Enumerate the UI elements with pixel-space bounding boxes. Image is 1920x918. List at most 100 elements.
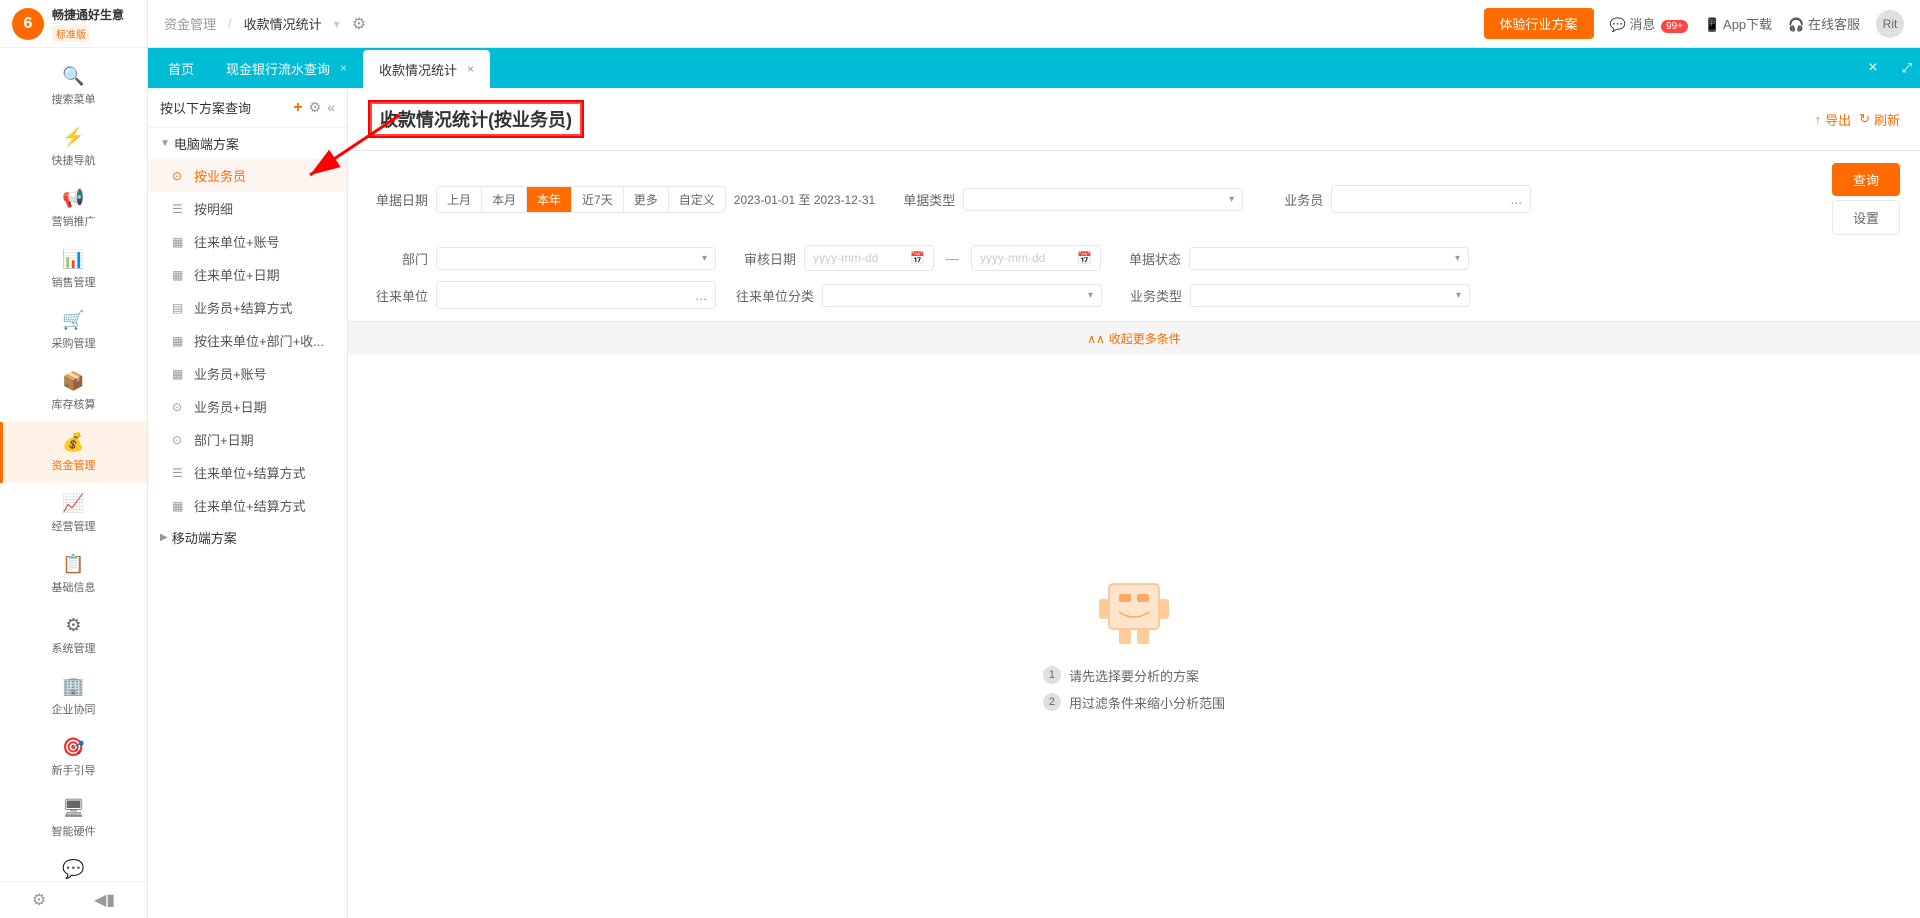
doc-type-filter-group: 单据类型 ▾: [895, 188, 1243, 211]
doc-status-select[interactable]: ▾: [1189, 247, 1469, 270]
sidebar-item-operation[interactable]: 📈 经营管理: [0, 483, 147, 544]
review-date-filter-group: 审核日期 yyyy-mm-dd 📅 — yyyy-mm-dd 📅: [736, 245, 1101, 271]
search-icon: 🔍: [62, 66, 84, 87]
scheme-item-dept-date[interactable]: ⊙ 部门+日期: [148, 423, 347, 456]
scheme-item-salesperson-settlement[interactable]: ▤ 业务员+结算方式: [148, 291, 347, 324]
logo-text-area: 畅捷通好生意 标准版: [52, 6, 124, 42]
partner-category-select[interactable]: ▾: [822, 284, 1102, 307]
scheme-group-mobile-header[interactable]: ▶ 移动端方案: [148, 522, 347, 553]
scheme-item-partner-settlement1-label: 往来单位+结算方式: [194, 463, 306, 482]
review-date-start-input[interactable]: yyyy-mm-dd 📅: [804, 245, 934, 271]
scheme-add-icon[interactable]: +: [293, 99, 302, 117]
scheme-item-partner-settlement1[interactable]: ☰ 往来单位+结算方式: [148, 456, 347, 489]
sidebar-item-hardware[interactable]: 🖥 智能硬件: [0, 788, 147, 849]
partner-input[interactable]: ...: [436, 281, 716, 309]
app-download-link[interactable]: 📱 App下载: [1704, 14, 1772, 33]
scheme-panel: 按以下方案查询 + ⚙ « ▼ 电脑端方案 ⊙: [148, 88, 348, 918]
doc-type-select[interactable]: ▾: [963, 188, 1243, 211]
scheme-item-by-detail[interactable]: ☰ 按明细: [148, 192, 347, 225]
salesperson-dots[interactable]: ...: [1503, 186, 1531, 212]
export-btn[interactable]: ↑ 导出: [1815, 110, 1852, 129]
collapse-sidebar-icon[interactable]: ◀▮: [94, 890, 115, 910]
filter-area: 单据日期 上月 本月 本年 近7天 更多 自定义 2023-01-01 至 20…: [348, 151, 1920, 322]
chevron-down-icon: ▼: [160, 138, 170, 149]
date-tab-last-month[interactable]: 上月: [437, 187, 482, 212]
scheme-item-partner-date[interactable]: ▦ 往来单位+日期: [148, 258, 347, 291]
scheme-item-by-salesperson[interactable]: ⊙ 按业务员: [148, 159, 347, 192]
trial-btn[interactable]: 体验行业方案: [1484, 8, 1594, 39]
sidebar-label-basic: 基础信息: [52, 579, 96, 595]
partner-dept-receipt-icon: ▦: [172, 334, 188, 348]
sidebar-item-marketing[interactable]: 📢 营销推广: [0, 178, 147, 239]
scheme-panel-header: 按以下方案查询 + ⚙ «: [148, 88, 347, 128]
partner-label: 往来单位: [368, 286, 428, 305]
sidebar-item-search[interactable]: 🔍 搜索菜单: [0, 56, 147, 117]
sidebar-item-enterprise[interactable]: 🏢 企业协同: [0, 666, 147, 727]
date-tab-7days[interactable]: 近7天: [572, 187, 624, 212]
tabbar-expand-icon[interactable]: ⤢: [1894, 60, 1920, 76]
sidebar-item-sales[interactable]: 📊 销售管理: [0, 239, 147, 300]
step-num-2: 2: [1043, 693, 1061, 711]
sidebar-label-enterprise: 企业协同: [52, 701, 96, 717]
notification-area[interactable]: 💬 消息 99+: [1610, 14, 1688, 33]
logo-badge: 标准版: [52, 25, 90, 42]
sidebar-item-purchase[interactable]: 🛒 采购管理: [0, 300, 147, 361]
date-tab-this-year[interactable]: 本年: [527, 187, 572, 212]
filter-row-3: 往来单位 ... 往来单位分类 ▾: [368, 281, 1900, 309]
dropdown-arrow-icon[interactable]: ▾: [334, 17, 340, 31]
tab-bank-flow[interactable]: 现金银行流水查询 ×: [210, 48, 363, 88]
operation-icon: 📈: [62, 493, 84, 514]
date-tab-custom[interactable]: 自定义: [669, 187, 725, 212]
settings-footer-icon[interactable]: ⚙: [32, 890, 46, 910]
collapse-label: 收起更多条件: [1109, 330, 1181, 347]
date-tab-more[interactable]: 更多: [624, 187, 669, 212]
refresh-label: 刷新: [1874, 110, 1900, 129]
scheme-item-partner-settlement2[interactable]: ▦ 往来单位+结算方式: [148, 489, 347, 522]
tab-receipt-stats[interactable]: 收款情况统计 ×: [363, 50, 490, 88]
topbar-settings-icon[interactable]: ⚙: [352, 14, 366, 34]
doc-status-filter-group: 单据状态 ▾: [1121, 247, 1469, 270]
tabbar-close-icon[interactable]: ×: [1852, 59, 1893, 77]
refresh-btn[interactable]: ↻ 刷新: [1859, 110, 1900, 129]
sidebar-item-system[interactable]: ⚙ 系统管理: [0, 605, 147, 666]
tab-home[interactable]: 首页: [148, 48, 210, 88]
tab-bank-flow-close[interactable]: ×: [340, 61, 347, 75]
sidebar-item-finance[interactable]: 💰 资金管理: [0, 422, 147, 483]
sidebar-item-guide[interactable]: 🎯 新手引导: [0, 727, 147, 788]
content-area: 收款情况统计(按业务员) ↑ 导出 ↻ 刷新: [348, 88, 1920, 918]
salesperson-date-icon: ⊙: [172, 400, 188, 414]
query-btn[interactable]: 查询: [1832, 163, 1900, 196]
tab-receipt-stats-close[interactable]: ×: [467, 62, 474, 76]
scheme-group-desktop-label: 电脑端方案: [174, 134, 239, 153]
system-icon: ⚙: [65, 615, 81, 636]
collapse-bar[interactable]: ∧∧ 收起更多条件: [348, 322, 1920, 355]
scheme-item-partner-account[interactable]: ▦ 往来单位+账号: [148, 225, 347, 258]
partner-dots[interactable]: ...: [687, 282, 715, 308]
scheme-settings-icon[interactable]: ⚙: [309, 99, 322, 117]
date-sep: —: [946, 251, 959, 266]
dept-select[interactable]: ▾: [436, 247, 716, 270]
service-icon: 🎧: [1788, 17, 1804, 32]
scheme-group-desktop-header[interactable]: ▼ 电脑端方案: [148, 128, 347, 159]
sidebar-label-sales: 销售管理: [52, 274, 96, 290]
date-quick-tabs: 上月 本月 本年 近7天 更多 自定义: [436, 186, 726, 213]
salesperson-input[interactable]: ...: [1331, 185, 1531, 213]
review-date-end-input[interactable]: yyyy-mm-dd 📅: [971, 245, 1101, 271]
scheme-item-salesperson-date[interactable]: ⊙ 业务员+日期: [148, 390, 347, 423]
purchase-icon: 🛒: [62, 310, 84, 331]
online-service-link[interactable]: 🎧 在线客服: [1788, 14, 1860, 33]
sidebar-item-inventory[interactable]: 📦 库存核算: [0, 361, 147, 422]
scheme-item-salesperson-account[interactable]: ▦ 业务员+账号: [148, 357, 347, 390]
biz-type-select[interactable]: ▾: [1190, 284, 1470, 307]
sidebar-item-basic[interactable]: 📋 基础信息: [0, 544, 147, 605]
dept-label: 部门: [368, 249, 428, 268]
scheme-collapse-icon[interactable]: «: [327, 99, 335, 117]
finance-icon: 💰: [62, 432, 84, 453]
user-avatar[interactable]: Rit: [1876, 10, 1904, 38]
sidebar-label-finance: 资金管理: [52, 457, 96, 473]
scheme-item-partner-dept-receipt[interactable]: ▦ 按往来单位+部门+收...: [148, 324, 347, 357]
date-tab-this-month[interactable]: 本月: [482, 187, 527, 212]
sidebar-item-quick-nav[interactable]: ⚡ 快捷导航: [0, 117, 147, 178]
sidebar-item-wechat[interactable]: 💬 企业微信: [0, 849, 147, 881]
filter-settings-btn[interactable]: 设置: [1832, 200, 1900, 235]
